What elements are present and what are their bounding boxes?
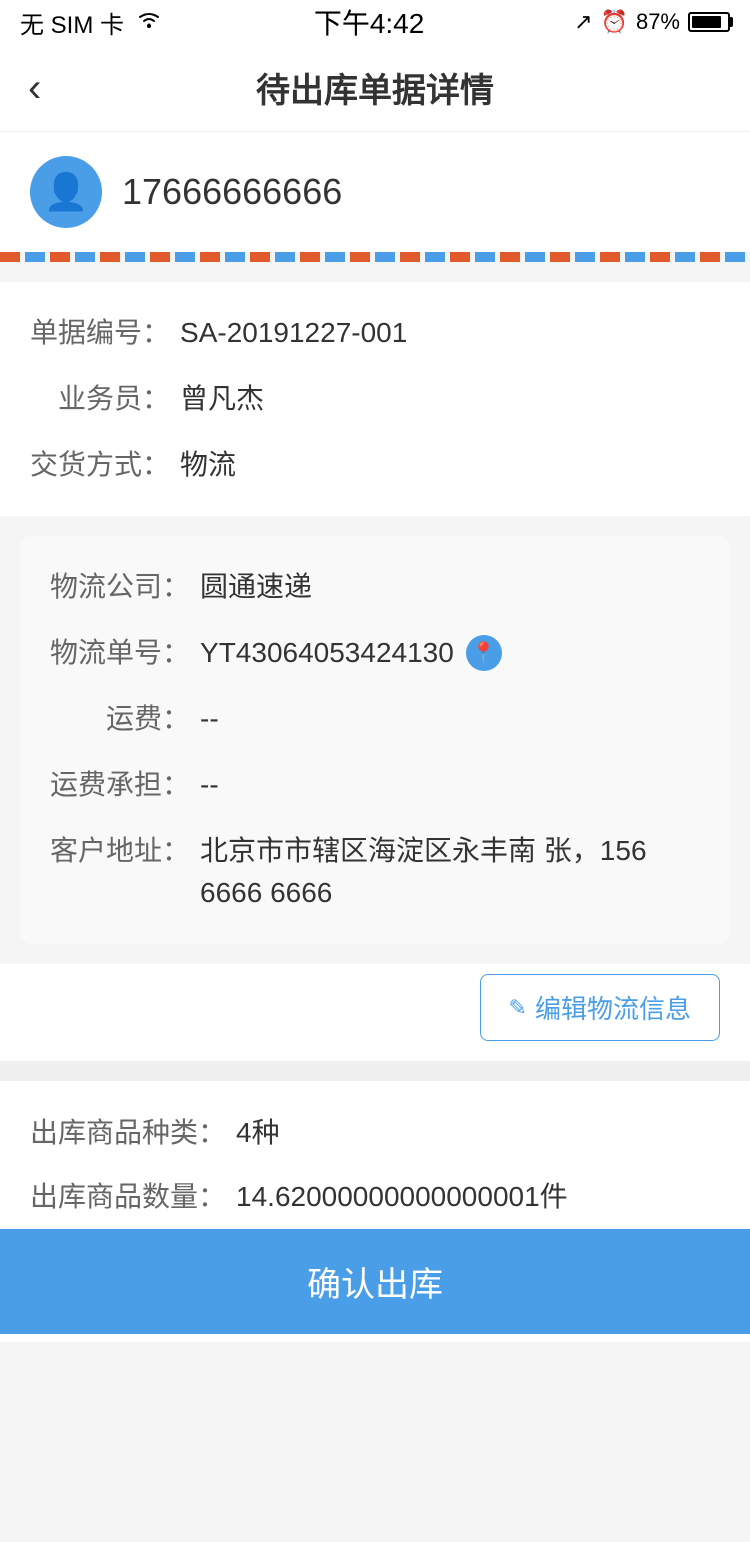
dashed-separator <box>0 252 750 262</box>
address-label: 客户地址： <box>50 830 190 872</box>
nav-bar: ‹ 待出库单据详情 <box>0 44 750 132</box>
status-time: 下午4:42 <box>314 2 425 42</box>
tracking-no-row: 物流单号： YT43064053424130 📍 <box>50 632 700 674</box>
edit-icon: ✎ <box>509 995 527 1021</box>
product-quantity-label: 出库商品数量： <box>30 1175 226 1215</box>
confirm-button-area[interactable]: 确认出库 <box>0 1229 750 1334</box>
delivery-method-value: 物流 <box>180 444 720 486</box>
alarm-icon: ⏰ <box>601 9 628 35</box>
status-left: 无 SIM 卡 <box>20 5 164 40</box>
salesperson-value: 曾凡杰 <box>180 378 720 420</box>
product-type-label: 出库商品种类： <box>30 1111 226 1151</box>
freight-bearer-row: 运费承担： -- <box>50 764 700 806</box>
address-row: 客户地址： 北京市市辖区海淀区永丰南 张，156 6666 6666 <box>50 830 700 914</box>
product-section: 出库商品种类： 4种 出库商品数量： 14.62000000000000001件 <box>0 1081 750 1245</box>
wifi-icon <box>134 8 164 36</box>
freight-row: 运费： -- <box>50 698 700 740</box>
page-title: 待出库单据详情 <box>256 63 494 112</box>
avatar-icon: 👤 <box>44 171 89 213</box>
freight-bearer-label: 运费承担： <box>50 764 190 806</box>
basic-info-section: 单据编号： SA-20191227-001 业务员： 曾凡杰 交货方式： 物流 <box>0 282 750 516</box>
battery-icon <box>688 12 730 32</box>
freight-value: -- <box>200 698 700 740</box>
map-pin-icon[interactable]: 📍 <box>466 635 502 671</box>
user-phone: 17666666666 <box>122 171 342 213</box>
back-button[interactable]: ‹ <box>28 68 41 108</box>
bottom-space <box>0 1342 750 1542</box>
logistics-company-row: 物流公司： 圆通速递 <box>50 566 700 608</box>
edit-logistics-button[interactable]: ✎ 编辑物流信息 <box>480 974 720 1041</box>
carrier-text: 无 SIM 卡 <box>20 5 124 40</box>
avatar: 👤 <box>30 156 102 228</box>
delivery-method-row: 交货方式： 物流 <box>30 444 720 486</box>
product-quantity-value: 14.62000000000000001件 <box>236 1175 568 1215</box>
document-no-value: SA-20191227-001 <box>180 312 720 354</box>
product-type-value: 4种 <box>236 1111 280 1151</box>
delivery-method-label: 交货方式： <box>30 444 170 486</box>
tracking-no-value: YT43064053424130 📍 <box>200 632 700 674</box>
product-quantity-row: 出库商品数量： 14.62000000000000001件 <box>30 1175 720 1215</box>
document-no-row: 单据编号： SA-20191227-001 <box>30 312 720 354</box>
status-right: ↗ ⏰ 87% <box>574 9 730 35</box>
gray-separator <box>0 1061 750 1081</box>
confirm-btn-label: 确认出库 <box>307 1257 443 1306</box>
status-bar: 无 SIM 卡 下午4:42 ↗ ⏰ 87% <box>0 0 750 44</box>
product-type-row: 出库商品种类： 4种 <box>30 1111 720 1151</box>
user-section: 👤 17666666666 <box>0 132 750 252</box>
edit-btn-label: 编辑物流信息 <box>535 989 691 1026</box>
tracking-no-text: YT43064053424130 <box>200 632 454 674</box>
freight-label: 运费： <box>50 698 190 740</box>
location-arrow-icon: ↗ <box>574 9 592 35</box>
address-value: 北京市市辖区海淀区永丰南 张，156 6666 6666 <box>200 830 700 914</box>
logistics-company-label: 物流公司： <box>50 566 190 608</box>
document-no-label: 单据编号： <box>30 312 170 354</box>
battery-percent: 87% <box>636 9 680 35</box>
logistics-card: 物流公司： 圆通速递 物流单号： YT43064053424130 📍 运费： … <box>20 536 730 944</box>
salesperson-label: 业务员： <box>30 378 170 420</box>
freight-bearer-value: -- <box>200 764 700 806</box>
tracking-no-label: 物流单号： <box>50 632 190 674</box>
edit-btn-row: ✎ 编辑物流信息 <box>0 964 750 1061</box>
logistics-company-value: 圆通速递 <box>200 566 700 608</box>
salesperson-row: 业务员： 曾凡杰 <box>30 378 720 420</box>
